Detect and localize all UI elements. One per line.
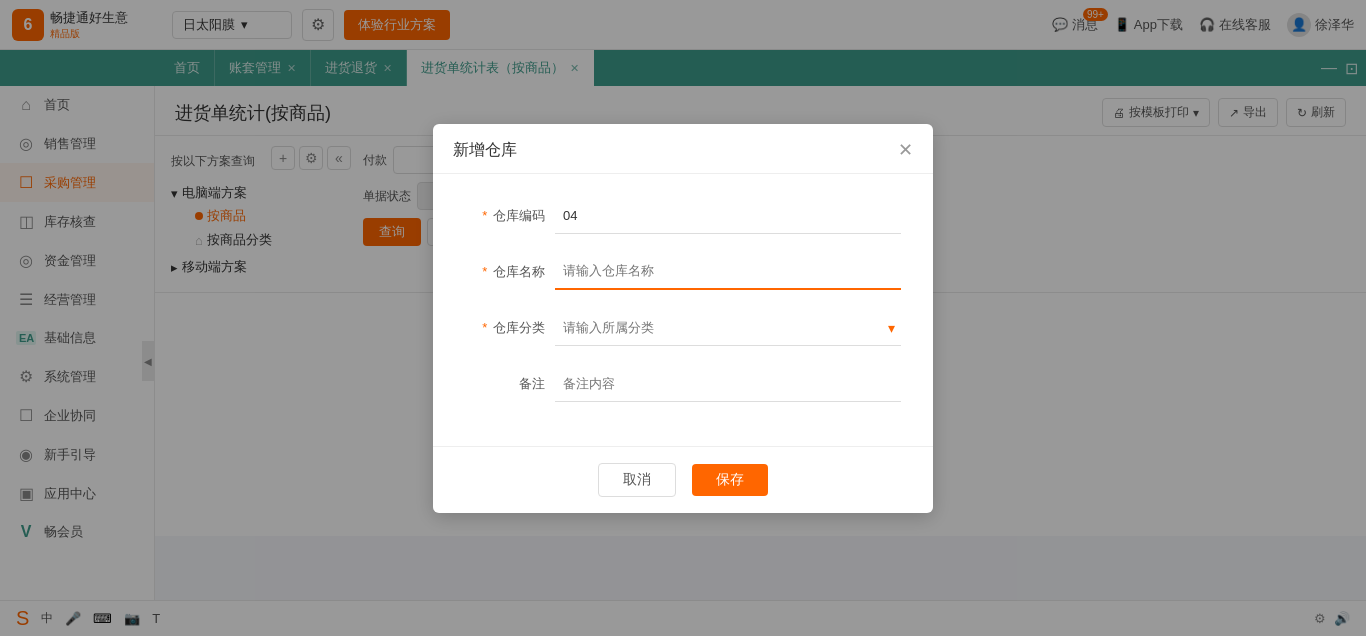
modal-close-button[interactable]: ✕ xyxy=(898,141,913,159)
form-category-input[interactable] xyxy=(555,310,901,346)
form-code-label: * 仓库编码 xyxy=(465,207,545,225)
form-row-category: * 仓库分类 ▾ xyxy=(465,310,901,346)
modal-title: 新增仓库 xyxy=(453,140,517,161)
modal-footer: 取消 保存 xyxy=(433,446,933,513)
required-star-category: * xyxy=(482,320,487,335)
modal-new-warehouse: 新增仓库 ✕ * 仓库编码 * 仓库名称 xyxy=(433,124,933,513)
form-category-select-wrap: ▾ xyxy=(555,310,901,346)
modal-overlay[interactable]: 新增仓库 ✕ * 仓库编码 * 仓库名称 xyxy=(0,0,1366,636)
form-row-name: * 仓库名称 xyxy=(465,254,901,290)
save-button[interactable]: 保存 xyxy=(692,464,768,496)
form-note-input[interactable] xyxy=(555,366,901,402)
form-name-label: * 仓库名称 xyxy=(465,263,545,281)
form-row-note: 备注 xyxy=(465,366,901,402)
modal-body: * 仓库编码 * 仓库名称 * 仓库分类 xyxy=(433,174,933,446)
form-row-code: * 仓库编码 xyxy=(465,198,901,234)
required-star-name: * xyxy=(482,264,487,279)
form-name-input[interactable] xyxy=(555,254,901,290)
required-star-code: * xyxy=(482,208,487,223)
form-code-input[interactable] xyxy=(555,198,901,234)
form-note-label: 备注 xyxy=(465,375,545,393)
modal-header: 新增仓库 ✕ xyxy=(433,124,933,174)
cancel-button[interactable]: 取消 xyxy=(598,463,676,497)
category-chevron-icon: ▾ xyxy=(888,320,895,336)
form-category-label: * 仓库分类 xyxy=(465,319,545,337)
